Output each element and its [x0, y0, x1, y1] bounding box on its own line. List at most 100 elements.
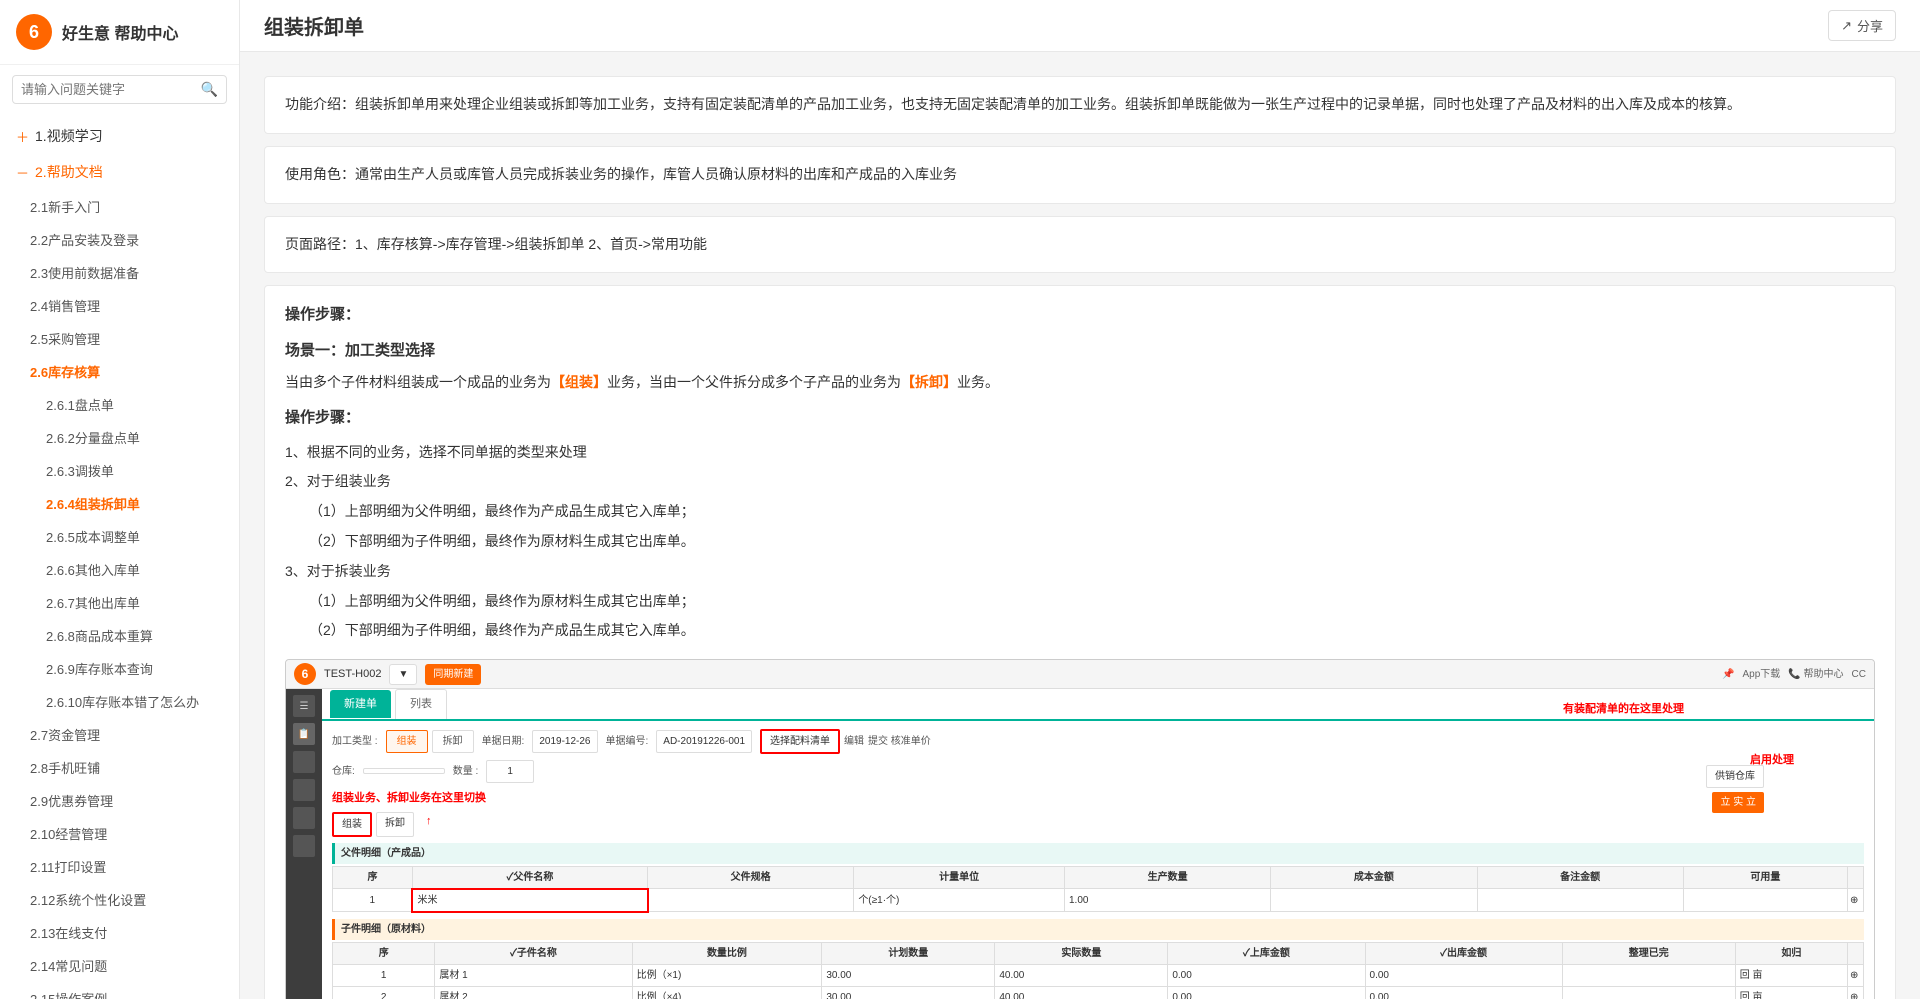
mock-main-content: 新建单 列表 加工类型 : 组装: [322, 689, 1874, 999]
role-text: 使用角色：通常由生产人员或库管人员完成拆装业务的操作，库管人员确认原材料的出库和…: [285, 166, 957, 182]
mock-logo: 6: [294, 663, 316, 685]
ops-card: 操作步骤： 场景一：加工类型选择 当由多个子件材料组装成一个成品的业务为【组装】…: [264, 285, 1896, 999]
sidebar-header: 6 好生意 帮助中心: [0, 0, 239, 65]
sidebar-item-finance[interactable]: 2.7资金管理: [0, 718, 239, 751]
sidebar-item-other-out[interactable]: 2.6.7其他出库单: [0, 586, 239, 619]
screenshot-container: 6 TEST-H002 ▼ 同期新建 📌 App下载 📞 帮助中心 CC: [285, 659, 1875, 999]
ops-heading: 操作步骤：: [285, 302, 1875, 328]
sidebar-item-mobile[interactable]: 2.8手机旺铺: [0, 751, 239, 784]
sidebar-item-coupon[interactable]: 2.9优惠券管理: [0, 784, 239, 817]
page-title: 组装拆卸单: [264, 11, 364, 40]
search-input[interactable]: [21, 82, 201, 97]
sidebar-item-inventory[interactable]: 2.6库存核算: [0, 355, 239, 388]
mock-sidebar-icon-3[interactable]: [293, 751, 315, 773]
mock-callout-bom: 选择配料清单 编辑 提交 核准单价: [760, 729, 931, 754]
mock-table-parent-header: 父件明细（产成品）: [332, 843, 1864, 864]
mock-date-field[interactable]: 2019-12-26: [532, 730, 597, 753]
content-area: 功能介绍：组装拆卸单用来处理企业组装或拆卸等加工业务，支持有固定装配清单的产品加…: [240, 52, 1920, 999]
sidebar-item-other-in[interactable]: 2.6.6其他入库单: [0, 553, 239, 586]
mock-form-row1: 加工类型 : 组装 拆卸 单据日期: 2019-12-26 单据编号: AD-2…: [332, 729, 1864, 754]
sidebar-item-faq[interactable]: 2.14常见问题: [0, 949, 239, 982]
sidebar-item-adjust[interactable]: 2.6.3调拨单: [0, 454, 239, 487]
sidebar-item-split-stock[interactable]: 2.6.2分量盘点单: [0, 421, 239, 454]
path-card: 页面路径：1、库存核算->库存管理->组装拆卸单 2、首页->常用功能: [264, 216, 1896, 274]
sidebar-item-install[interactable]: 2.2产品安装及登录: [0, 223, 239, 256]
search-icon: 🔍: [201, 81, 218, 98]
role-card: 使用角色：通常由生产人员或库管人员完成拆装业务的操作，库管人员确认原材料的出库和…: [264, 146, 1896, 204]
intro-text: 功能介绍：组装拆卸单用来处理企业组装或拆卸等加工业务，支持有固定装配清单的产品加…: [285, 96, 1741, 112]
sidebar-item-print[interactable]: 2.11打印设置: [0, 850, 239, 883]
sidebar-item-online-pay[interactable]: 2.13在线支付: [0, 916, 239, 949]
collapse-icon: －: [16, 163, 29, 182]
callout-text-type: 组装业务、拆卸业务在这里切换: [332, 789, 1864, 808]
mock-sidebar-icon-6[interactable]: [293, 835, 315, 857]
callout-arrow: ↑: [426, 812, 432, 837]
mock-confirm-btn-area: 立 实 立: [1706, 792, 1764, 813]
mock-type-assembly[interactable]: 组装: [386, 730, 428, 753]
sidebar-item-beginner[interactable]: 2.1新手入门: [0, 190, 239, 223]
mock-tab-active[interactable]: 新建单: [330, 690, 391, 719]
sidebar-item-cases[interactable]: 2.15操作案例: [0, 982, 239, 999]
sidebar-item-purchase[interactable]: 2.5采购管理: [0, 322, 239, 355]
sidebar-item-video[interactable]: ＋ 1.视频学习: [0, 118, 239, 154]
mock-sidebar-icon-1[interactable]: ☰: [293, 695, 315, 717]
step-3-1: （1）上部明细为父件明细，最终作为原材料生成其它出库单；: [309, 590, 1875, 614]
mock-left-sidebar: ☰ 📋: [286, 689, 322, 999]
sidebar-item-account-error[interactable]: 2.6.10库存账本错了怎么办: [0, 685, 239, 718]
sidebar-item-assembly[interactable]: 2.6.4组装拆卸单: [0, 487, 239, 520]
mock-sidebar-icon-2[interactable]: 📋: [293, 723, 315, 745]
mock-form-row2: 仓库: 数量 : 1: [332, 760, 1864, 783]
app-logo: 6: [16, 14, 52, 50]
mock-form-area: 加工类型 : 组装 拆卸 单据日期: 2019-12-26 单据编号: AD-2…: [322, 721, 1874, 999]
mock-type-select-2[interactable]: 拆卸: [376, 812, 414, 837]
topbar: 组装拆卸单 ↗ 分享: [240, 0, 1920, 52]
assembly-highlight: 【组装】: [551, 374, 607, 390]
sidebar-item-stocktake[interactable]: 2.6.1盘点单: [0, 388, 239, 421]
sidebar-item-docs[interactable]: － 2.帮助文档: [0, 154, 239, 190]
steps-list: 1、根据不同的业务，选择不同单据的类型来处理 2、对于组装业务 （1）上部明细为…: [285, 441, 1875, 644]
sidebar-item-ops[interactable]: 2.10经营管理: [0, 817, 239, 850]
mock-type-selector-row: 组装 拆卸 ↑: [332, 812, 1864, 837]
sidebar-item-data-prep[interactable]: 2.3使用前数据准备: [0, 256, 239, 289]
ops-steps-heading: 操作步骤：: [285, 405, 1875, 431]
expand-icon: ＋: [16, 127, 29, 146]
mock-sidebar-icon-5[interactable]: [293, 807, 315, 829]
step-2-1: （1）上部明细为父件明细，最终作为产成品生成其它入库单；: [309, 500, 1875, 524]
sidebar-item-cost-recalc[interactable]: 2.6.8商品成本重算: [0, 619, 239, 652]
mock-qty-field[interactable]: 1: [486, 760, 534, 783]
search-box[interactable]: 🔍: [12, 75, 227, 104]
mock-new-btn[interactable]: 同期新建: [425, 664, 481, 685]
mock-child-table: 序 ✓子件名称 数量比例 计划数量 实际数量 ✓上库金额 ✓出库金额 整理已完: [332, 942, 1864, 999]
step-2: 2、对于组装业务: [285, 470, 1875, 494]
share-button[interactable]: ↗ 分享: [1828, 10, 1896, 41]
mock-right-icons: 📌 App下载 📞 帮助中心 CC: [1722, 666, 1866, 683]
callout-enable: 供销仓库 立 实 立: [1706, 763, 1764, 813]
app-name: 好生意 帮助中心: [62, 20, 178, 44]
mock-confirm-btn[interactable]: 立 实 立: [1712, 792, 1764, 813]
sidebar-item-cost-adjust[interactable]: 2.6.5成本调整单: [0, 520, 239, 553]
mock-app-layout: ☰ 📋: [286, 689, 1874, 999]
disassemble-highlight: 【拆卸】: [901, 374, 957, 390]
mock-sidebar-icon-4[interactable]: [293, 779, 315, 801]
mock-dropdown[interactable]: ▼: [389, 664, 417, 685]
intro-card: 功能介绍：组装拆卸单用来处理企业组装或拆卸等加工业务，支持有固定装配清单的产品加…: [264, 76, 1896, 134]
sidebar: 6 好生意 帮助中心 🔍 ＋ 1.视频学习 － 2.帮助文档 2.1新手入门 2…: [0, 0, 240, 999]
step-3-2: （2）下部明细为子件明细，最终作为产成品生成其它入库单。: [309, 619, 1875, 643]
mock-topbar: 6 TEST-H002 ▼ 同期新建 📌 App下载 📞 帮助中心 CC: [286, 660, 1874, 689]
mock-doc-no-field[interactable]: AD-20191226-001: [656, 730, 752, 753]
sidebar-item-personalize[interactable]: 2.12系统个性化设置: [0, 883, 239, 916]
main-area: 组装拆卸单 ↗ 分享 功能介绍：组装拆卸单用来处理企业组装或拆卸等加工业务，支持…: [240, 0, 1920, 999]
share-icon: ↗: [1841, 18, 1852, 34]
callout-text-bom: 有装配清单的在这里处理: [1563, 700, 1684, 719]
sidebar-item-stock-query[interactable]: 2.6.9库存账本查询: [0, 652, 239, 685]
mock-parent-row-1: 1 米米 个(≥1·个) 1.00 ⊕: [333, 889, 1864, 912]
mock-tab-list[interactable]: 列表: [395, 689, 447, 719]
mock-child-row-2: 2 属材 2 比例（×4) 30.00 40.00 0.00 0.00: [333, 986, 1864, 999]
mock-warehouse-field[interactable]: [363, 768, 445, 774]
scenario-desc: 当由多个子件材料组装成一个成品的业务为【组装】业务，当由一个父件拆分成多个子产品…: [285, 371, 1875, 395]
mock-bom-btn[interactable]: 选择配料清单: [760, 729, 840, 754]
sidebar-item-sales[interactable]: 2.4销售管理: [0, 289, 239, 322]
mock-type-select-highlighted[interactable]: 组装: [332, 812, 372, 837]
mock-type-disassemble[interactable]: 拆卸: [432, 730, 474, 753]
mock-app-name: TEST-H002: [324, 665, 381, 684]
